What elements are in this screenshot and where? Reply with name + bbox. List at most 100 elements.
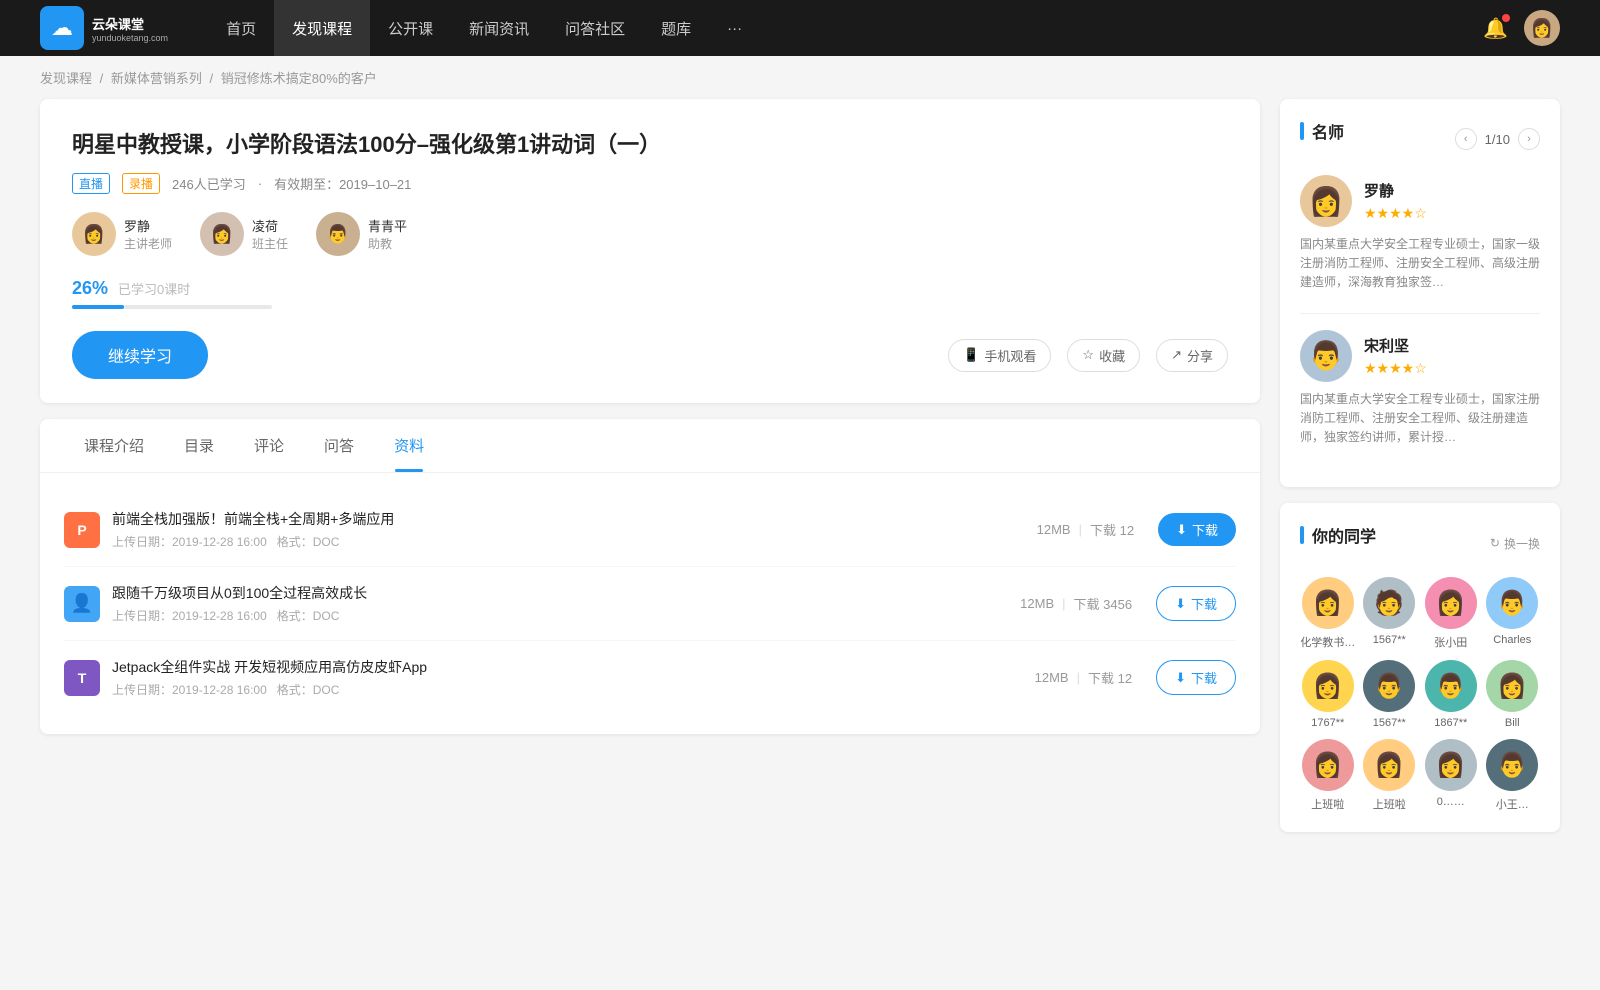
resource-0: P 前端全栈加强版！前端全栈+全周期+多端应用 上传日期：2019-12-28 … [64, 493, 1236, 567]
resource-2-info: Jetpack全组件实战 开发短视频应用高仿皮皮虾App 上传日期：2019-1… [112, 657, 1011, 698]
download-icon: ⬇ [1175, 596, 1186, 612]
resource-0-name: 前端全栈加强版！前端全栈+全周期+多端应用 [112, 509, 1013, 529]
classmate-10-name: 0…… [1437, 796, 1465, 808]
progress-bar-bg [72, 305, 272, 309]
classmate-8-avatar[interactable]: 👩 [1302, 739, 1354, 791]
classmate-11-avatar[interactable]: 👨 [1486, 739, 1538, 791]
teacher-sidebar-0: 👩 罗静 ★★★★☆ 国内某重点大学安全工程专业硕士，国家一级注册消防工程师、注… [1300, 175, 1540, 293]
prev-teacher-btn[interactable]: ‹ [1455, 128, 1477, 150]
breadcrumb-discover[interactable]: 发现课程 [40, 71, 92, 86]
teacher-1: 👩 凌荷 班主任 [200, 212, 288, 256]
teacher-2-role: 助教 [368, 235, 407, 252]
teacher-0-name: 罗静 [124, 216, 172, 235]
nav-quiz[interactable]: 题库 [643, 0, 709, 56]
teachers-sidebar-nav: ‹ 1/10 › [1455, 128, 1540, 150]
classmate-3-name: Charles [1493, 634, 1531, 646]
navigation: ☁ 云朵课堂 yunduoketang.com 首页 发现课程 公开课 新闻资讯… [0, 0, 1600, 56]
classmate-2-avatar[interactable]: 👩 [1425, 577, 1477, 629]
resource-1-name: 跟随千万级项目从0到100全过程高效成长 [112, 583, 996, 603]
teacher-1-name: 凌荷 [252, 216, 288, 235]
classmate-10-avatar[interactable]: 👩 [1425, 739, 1477, 791]
resource-1-meta: 上传日期：2019-12-28 16:00 格式：DOC [112, 607, 996, 624]
refresh-classmates-btn[interactable]: ↻ 换一换 [1490, 535, 1540, 552]
continue-button[interactable]: 继续学习 [72, 331, 208, 379]
user-avatar[interactable]: 👩 [1524, 10, 1560, 46]
teachers-list: 👩 罗静 主讲老师 👩 凌荷 班主任 [72, 212, 1228, 256]
classmate-11-name: 小王… [1496, 796, 1529, 812]
classmate-2: 👩 张小田 [1423, 577, 1479, 650]
classmate-9-avatar[interactable]: 👩 [1363, 739, 1415, 791]
tabs-card: 课程介绍 目录 评论 问答 资料 P 前端全栈加强版！前端全栈+全周期+多端应用… [40, 419, 1260, 734]
classmate-9: 👩 上班啦 [1362, 739, 1418, 812]
logo-icon: ☁ [40, 6, 84, 50]
share-icon: ↗ [1171, 347, 1182, 363]
classmate-3: 👨 Charles [1485, 577, 1541, 650]
classmate-5: 👨 1567** [1362, 660, 1418, 729]
share-label: 分享 [1187, 346, 1213, 365]
tab-intro[interactable]: 课程介绍 [64, 419, 164, 472]
tab-qa[interactable]: 问答 [304, 419, 374, 472]
expiry-date: 有效期至：2019–10–21 [274, 174, 411, 193]
teacher-1-role: 班主任 [252, 235, 288, 252]
tab-resources[interactable]: 资料 [374, 419, 444, 472]
resource-2-meta: 上传日期：2019-12-28 16:00 格式：DOC [112, 681, 1011, 698]
teacher-sidebar-1-avatar: 👨 [1300, 330, 1352, 382]
teacher-2-name: 青青平 [368, 216, 407, 235]
classmate-6-name: 1867** [1434, 717, 1467, 729]
nav-qa[interactable]: 问答社区 [547, 0, 643, 56]
resource-2-stats: 12MB | 下载 12 [1035, 668, 1132, 687]
classmates-card: 你的同学 ↻ 换一换 👩 化学教书… 🧑 1567** 👩 张 [1280, 503, 1560, 832]
teacher-0-role: 主讲老师 [124, 235, 172, 252]
star-icon: ☆ [1082, 347, 1094, 363]
classmate-1-avatar[interactable]: 🧑 [1363, 577, 1415, 629]
breadcrumb-current[interactable]: 销冠修炼术搞定80%的客户 [221, 71, 377, 86]
classmate-2-name: 张小田 [1434, 634, 1467, 650]
breadcrumb-series[interactable]: 新媒体营销系列 [111, 71, 202, 86]
classmate-6-avatar[interactable]: 👨 [1425, 660, 1477, 712]
classmate-5-name: 1567** [1373, 717, 1406, 729]
resource-0-stats: 12MB | 下载 12 [1037, 520, 1134, 539]
teacher-2-avatar: 👨 [316, 212, 360, 256]
teacher-page: 1/10 [1485, 132, 1510, 147]
teacher-divider [1300, 313, 1540, 314]
classmate-3-avatar[interactable]: 👨 [1486, 577, 1538, 629]
nav-discover[interactable]: 发现课程 [274, 0, 370, 56]
classmate-9-name: 上班啦 [1373, 796, 1406, 812]
classmate-4-avatar[interactable]: 👩 [1302, 660, 1354, 712]
progress-bar-fill [72, 305, 124, 309]
share-btn[interactable]: ↗ 分享 [1156, 339, 1228, 372]
classmate-1-name: 1567** [1373, 634, 1406, 646]
logo[interactable]: ☁ 云朵课堂 yunduoketang.com [40, 6, 168, 50]
teacher-sidebar-0-stars: ★★★★☆ [1364, 205, 1427, 222]
resource-2-download-btn[interactable]: ⬇ 下载 [1156, 660, 1236, 695]
teacher-sidebar-1-name: 宋利坚 [1364, 335, 1427, 356]
teacher-2: 👨 青青平 助教 [316, 212, 407, 256]
classmate-5-avatar[interactable]: 👨 [1363, 660, 1415, 712]
nav-open[interactable]: 公开课 [370, 0, 451, 56]
breadcrumb: 发现课程 / 新媒体营销系列 / 销冠修炼术搞定80%的客户 [0, 56, 1600, 99]
action-links: 📱 手机观看 ☆ 收藏 ↗ 分享 [948, 339, 1228, 372]
classmate-4-name: 1767** [1311, 717, 1344, 729]
mobile-icon: 📱 [963, 347, 979, 363]
classmate-7-avatar[interactable]: 👩 [1486, 660, 1538, 712]
next-teacher-btn[interactable]: › [1518, 128, 1540, 150]
sidebar: 名师 ‹ 1/10 › 👩 罗静 ★★★★☆ [1280, 99, 1560, 848]
classmate-0-avatar[interactable]: 👩 [1302, 577, 1354, 629]
tab-catalog[interactable]: 目录 [164, 419, 234, 472]
mobile-watch-btn[interactable]: 📱 手机观看 [948, 339, 1051, 372]
resource-1-download-btn[interactable]: ⬇ 下载 [1156, 586, 1236, 621]
teacher-1-avatar: 👩 [200, 212, 244, 256]
resource-0-download-btn[interactable]: ⬇ 下载 [1158, 513, 1236, 546]
nav-more[interactable]: ··· [709, 0, 760, 56]
nav-home[interactable]: 首页 [208, 0, 274, 56]
teacher-sidebar-1-stars: ★★★★☆ [1364, 360, 1427, 377]
favorite-btn[interactable]: ☆ 收藏 [1067, 339, 1140, 372]
badge-live: 直播 [72, 173, 110, 194]
nav-news[interactable]: 新闻资讯 [451, 0, 547, 56]
mobile-watch-label: 手机观看 [984, 346, 1036, 365]
nav-items: 首页 发现课程 公开课 新闻资讯 问答社区 题库 ··· [208, 0, 1483, 56]
course-card: 明星中教授课，小学阶段语法100分–强化级第1讲动词（一） 直播 录播 246人… [40, 99, 1260, 403]
tabs-header: 课程介绍 目录 评论 问答 资料 [40, 419, 1260, 473]
tab-comments[interactable]: 评论 [234, 419, 304, 472]
notification-bell[interactable]: 🔔 [1483, 16, 1508, 41]
